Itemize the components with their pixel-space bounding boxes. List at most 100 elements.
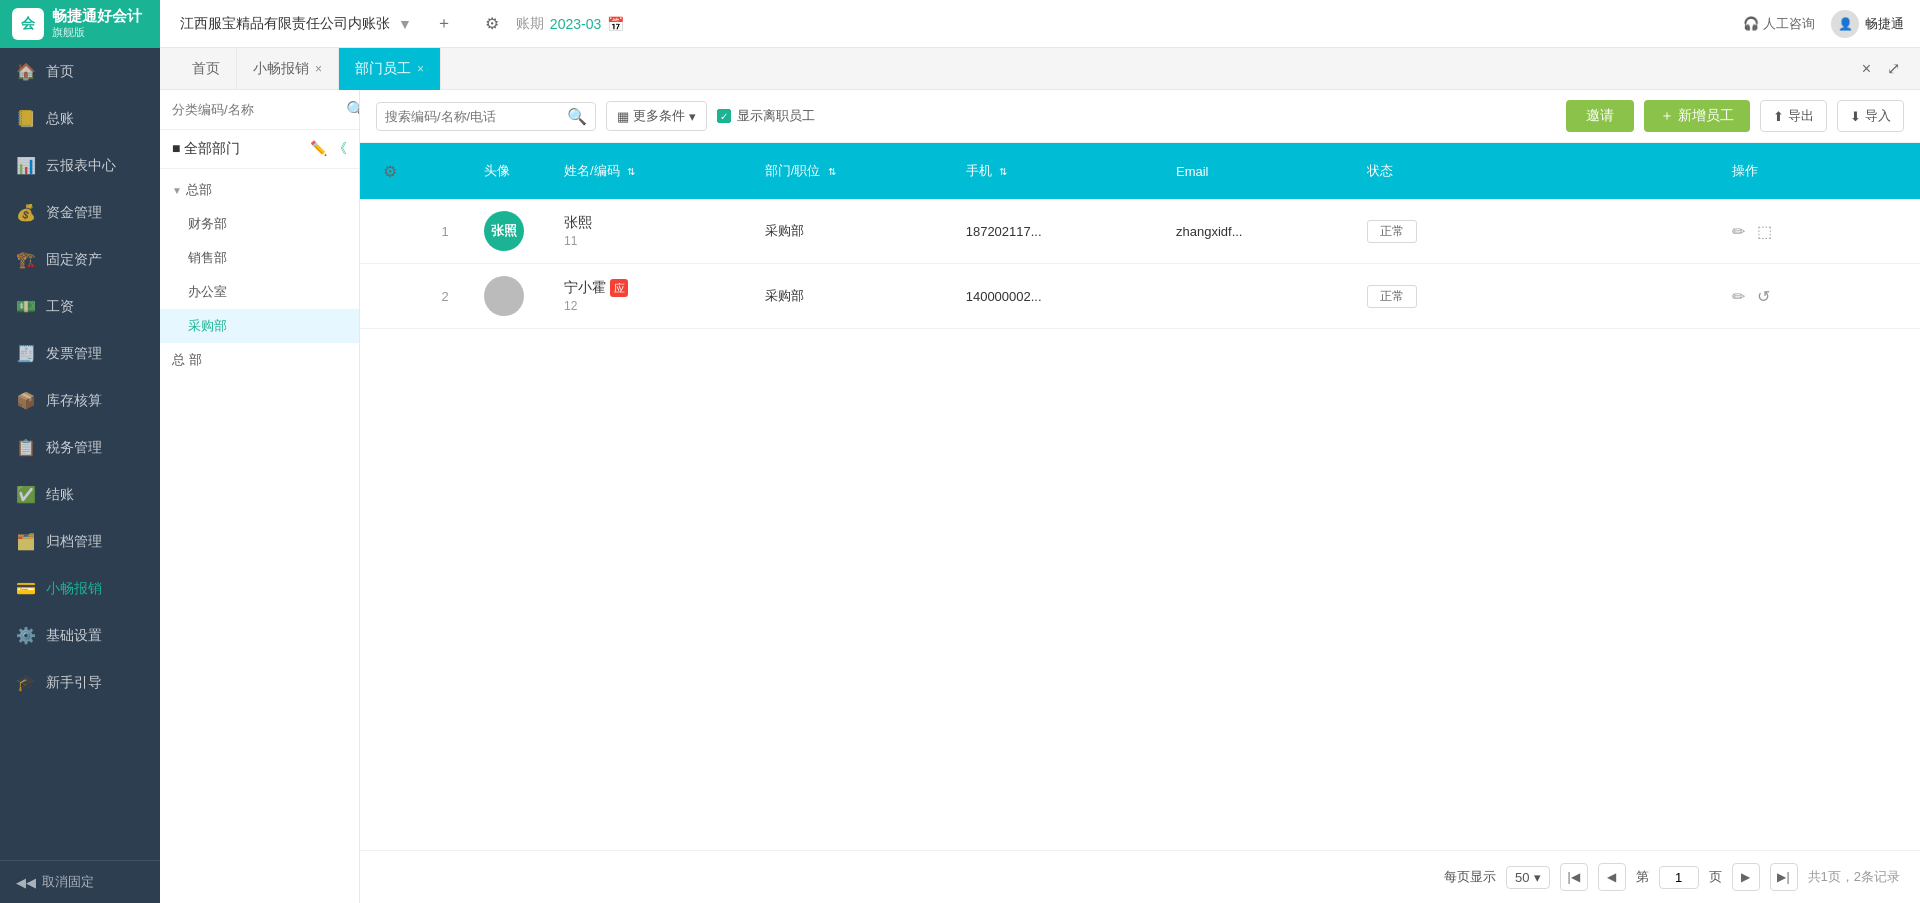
sidebar-item-ledger[interactable]: 📒 总账 bbox=[0, 95, 160, 142]
assets-icon: 🏗️ bbox=[16, 250, 36, 269]
sidebar-label-salary: 工资 bbox=[46, 298, 74, 316]
dept-label-zongbu: 总部 bbox=[186, 181, 212, 199]
sidebar-item-salary[interactable]: 💵 工资 bbox=[0, 283, 160, 330]
sidebar-item-inventory[interactable]: 📦 库存核算 bbox=[0, 377, 160, 424]
table-header-row: ⚙ 头像 姓名/编码 ⇅ 部门/职位 ⇅ bbox=[360, 143, 1920, 199]
row1-edit-icon[interactable]: ✏ bbox=[1732, 222, 1745, 241]
export-label: 导出 bbox=[1788, 107, 1814, 125]
tab-expense-close[interactable]: × bbox=[315, 62, 322, 76]
employee-search-input[interactable] bbox=[385, 109, 561, 124]
sidebar-label-assets: 固定资产 bbox=[46, 251, 102, 269]
tab-home[interactable]: 首页 bbox=[176, 48, 237, 90]
tab-expense-label: 小畅报销 bbox=[253, 60, 309, 78]
sidebar: 🏠 首页 📒 总账 📊 云报表中心 💰 资金管理 🏗️ 固定资产 💵 工资 🧾 … bbox=[0, 48, 160, 903]
row2-tag: 应 bbox=[610, 279, 628, 297]
company-selector[interactable]: 江西服宝精品有限责任公司内账张 ▼ bbox=[180, 15, 412, 33]
settings-button[interactable]: ⚙ bbox=[476, 8, 508, 40]
tab-employee[interactable]: 部门员工 × bbox=[339, 48, 441, 90]
col-phone[interactable]: 手机 ⇅ bbox=[952, 143, 1162, 199]
row2-phone: 140000002... bbox=[952, 264, 1162, 329]
sidebar-item-reports[interactable]: 📊 云报表中心 bbox=[0, 142, 160, 189]
tab-window-btns: × ⤢ bbox=[1858, 55, 1904, 82]
company-name: 江西服宝精品有限责任公司内账张 bbox=[180, 15, 390, 33]
dept-search-input[interactable] bbox=[172, 102, 340, 117]
user-area[interactable]: 👤 畅捷通 bbox=[1831, 10, 1904, 38]
tab-employee-label: 部门员工 bbox=[355, 60, 411, 78]
sidebar-item-funds[interactable]: 💰 资金管理 bbox=[0, 189, 160, 236]
sidebar-item-tax[interactable]: 📋 税务管理 bbox=[0, 424, 160, 471]
page-input[interactable] bbox=[1659, 866, 1699, 889]
sidebar-item-invoice[interactable]: 🧾 发票管理 bbox=[0, 330, 160, 377]
dept-item-xiaoshou[interactable]: 销售部 bbox=[160, 241, 359, 275]
import-btn[interactable]: ⬇ 导入 bbox=[1837, 100, 1904, 132]
page-size-select[interactable]: 50 ▾ bbox=[1506, 866, 1549, 889]
invite-btn[interactable]: 邀请 bbox=[1566, 100, 1634, 132]
tab-expense[interactable]: 小畅报销 × bbox=[237, 48, 339, 90]
headset-icon: 🎧 bbox=[1743, 16, 1759, 31]
sidebar-item-home[interactable]: 🏠 首页 bbox=[0, 48, 160, 95]
table-settings-btn[interactable]: ⚙ bbox=[374, 155, 406, 187]
col-dept[interactable]: 部门/职位 ⇅ bbox=[751, 143, 952, 199]
dept-item-zongbu2[interactable]: 总 部 bbox=[160, 343, 359, 377]
row1-dept: 采购部 bbox=[751, 199, 952, 264]
dept-item-caiwu[interactable]: 财务部 bbox=[160, 207, 359, 241]
show-resigned-checkbox[interactable]: 显示离职员工 bbox=[717, 107, 815, 125]
sidebar-item-checkout[interactable]: ✅ 结账 bbox=[0, 471, 160, 518]
show-resigned-label: 显示离职员工 bbox=[737, 107, 815, 125]
sidebar-item-expense[interactable]: 💳 小畅报销 bbox=[0, 565, 160, 612]
sidebar-item-assets[interactable]: 🏗️ 固定资产 bbox=[0, 236, 160, 283]
employee-search-icon[interactable]: 🔍 bbox=[567, 107, 587, 126]
sidebar-label-ledger: 总账 bbox=[46, 110, 74, 128]
close-window-btn[interactable]: × bbox=[1858, 55, 1875, 82]
export-icon: ⬆ bbox=[1773, 109, 1784, 124]
employee-search-wrap: 🔍 bbox=[376, 102, 596, 131]
last-page-btn[interactable]: ▶| bbox=[1770, 863, 1798, 891]
avatar: 👤 bbox=[1831, 10, 1859, 38]
row1-avatar-cell: 张照 bbox=[470, 199, 550, 264]
row1-action-icons: ✏ ⬚ bbox=[1732, 222, 1906, 241]
toolbar-right: 邀请 ＋ 新增员工 ⬆ 导出 ⬇ 导入 bbox=[1566, 100, 1904, 132]
sort-name-icon: ⇅ bbox=[627, 166, 635, 177]
sidebar-label-inventory: 库存核算 bbox=[46, 392, 102, 410]
dept-edit-icon[interactable]: ✏️ bbox=[310, 140, 327, 158]
cancel-fixed-btn[interactable]: ◀◀ 取消固定 bbox=[0, 860, 160, 903]
maximize-window-btn[interactable]: ⤢ bbox=[1883, 55, 1904, 82]
add-button[interactable]: ＋ bbox=[428, 8, 460, 40]
row2-delete-icon[interactable]: ↺ bbox=[1757, 287, 1770, 306]
calendar-icon[interactable]: 📅 bbox=[607, 16, 624, 32]
first-page-btn[interactable]: |◀ bbox=[1560, 863, 1588, 891]
go-page-unit: 页 bbox=[1709, 868, 1722, 886]
sidebar-item-archive[interactable]: 🗂️ 归档管理 bbox=[0, 518, 160, 565]
row1-name-info: 张熙 11 bbox=[564, 214, 737, 248]
filter-btn[interactable]: ▦ 更多条件 ▾ bbox=[606, 101, 707, 131]
dept-collapse-icon[interactable]: 《 bbox=[333, 140, 347, 158]
row1-logout-icon[interactable]: ⬚ bbox=[1757, 222, 1772, 241]
row2-action-icons: ✏ ↺ bbox=[1732, 287, 1906, 306]
dept-search-icon[interactable]: 🔍 bbox=[346, 100, 360, 119]
sidebar-label-invoice: 发票管理 bbox=[46, 345, 102, 363]
tab-employee-close[interactable]: × bbox=[417, 62, 424, 76]
row2-name: 宁小霍 bbox=[564, 279, 606, 297]
sidebar-item-settings[interactable]: ⚙️ 基础设置 bbox=[0, 612, 160, 659]
add-employee-btn[interactable]: ＋ 新增员工 bbox=[1644, 100, 1750, 132]
per-page-label: 每页显示 bbox=[1444, 868, 1496, 886]
service-btn[interactable]: 🎧 人工咨询 bbox=[1743, 15, 1815, 33]
col-name[interactable]: 姓名/编码 ⇅ bbox=[550, 143, 751, 199]
dept-item-caigou[interactable]: 采购部 bbox=[160, 309, 359, 343]
home-icon: 🏠 bbox=[16, 62, 36, 81]
import-icon: ⬇ bbox=[1850, 109, 1861, 124]
export-btn[interactable]: ⬆ 导出 bbox=[1760, 100, 1827, 132]
pagination: 每页显示 50 ▾ |◀ ◀ 第 页 ▶ ▶| 共1页，2条记录 bbox=[360, 850, 1920, 903]
next-page-btn[interactable]: ▶ bbox=[1732, 863, 1760, 891]
main-layout: 🏠 首页 📒 总账 📊 云报表中心 💰 资金管理 🏗️ 固定资产 💵 工资 🧾 … bbox=[0, 48, 1920, 903]
row1-name-cell: 张熙 11 bbox=[550, 199, 751, 264]
dept-search-bar: 🔍 bbox=[160, 90, 359, 130]
sidebar-item-guide[interactable]: 🎓 新手引导 bbox=[0, 659, 160, 706]
row1-name: 张熙 bbox=[564, 214, 737, 232]
sidebar-label-tax: 税务管理 bbox=[46, 439, 102, 457]
dept-item-zongbu[interactable]: ▼ 总部 bbox=[160, 173, 359, 207]
table-row: 2 宁小霍 应 bbox=[360, 264, 1920, 329]
row2-edit-icon[interactable]: ✏ bbox=[1732, 287, 1745, 306]
prev-page-btn[interactable]: ◀ bbox=[1598, 863, 1626, 891]
dept-item-bangongshi[interactable]: 办公室 bbox=[160, 275, 359, 309]
